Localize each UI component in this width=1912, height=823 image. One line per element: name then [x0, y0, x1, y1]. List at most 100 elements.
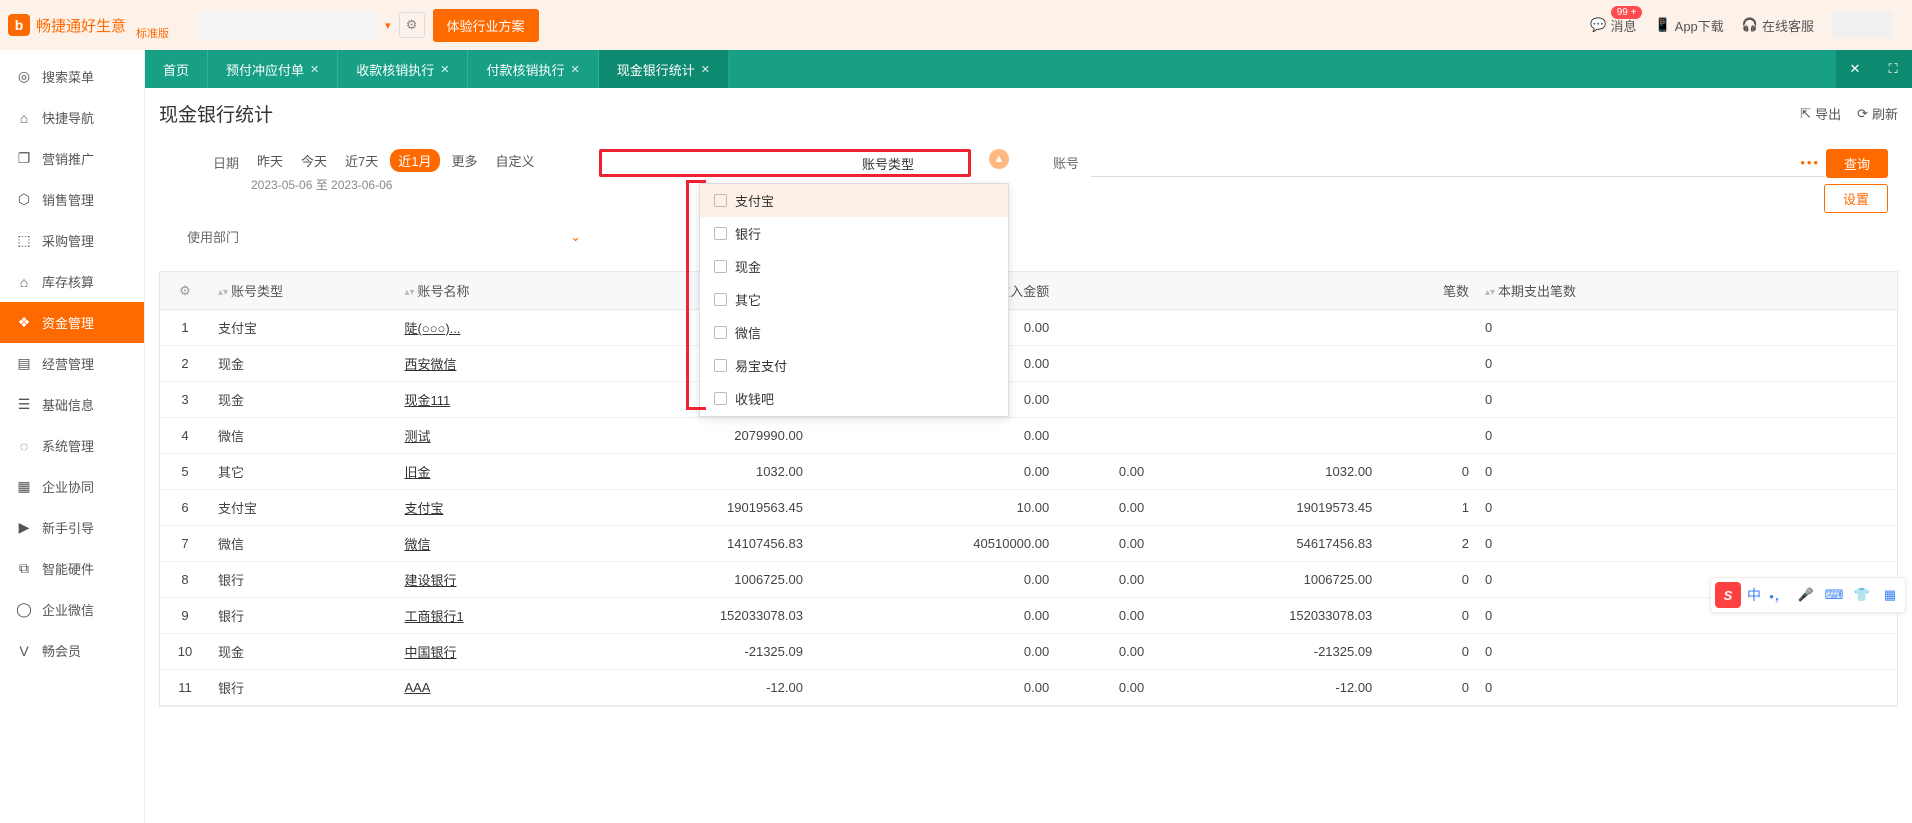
tab[interactable]: 首页 [145, 50, 208, 88]
account-link[interactable]: 建设银行 [404, 573, 456, 588]
sidebar-item-base[interactable]: ☰基础信息 [0, 384, 144, 425]
sidebar-item-wechat[interactable]: ◯企业微信 [0, 589, 144, 630]
account-input[interactable]: ••• [1091, 149, 1824, 177]
sidebar-item-sales[interactable]: ⬡销售管理 [0, 179, 144, 220]
table-row: 6支付宝支付宝19019563.4510.000.0019019573.4510 [160, 490, 1897, 526]
checkbox[interactable] [714, 227, 727, 240]
dropdown-item[interactable]: 易宝支付 [700, 349, 1008, 382]
refresh-button[interactable]: ⟳ 刷新 [1857, 104, 1898, 123]
try-industry-button[interactable]: 体验行业方案 [433, 9, 539, 42]
customer-service-link[interactable]: 🎧 在线客服 [1742, 16, 1814, 35]
date-option[interactable]: 近7天 [339, 149, 384, 172]
account-type-field[interactable] [920, 156, 960, 171]
close-all-tabs-button[interactable]: ✕ [1836, 50, 1874, 88]
dropdown-item[interactable]: 收钱吧 [700, 382, 1008, 415]
cell-prev: -21325.09 [583, 634, 811, 670]
cell-name: 工商银行1 [396, 598, 582, 634]
chevron-down-icon[interactable]: ▾ [385, 19, 391, 32]
close-icon[interactable]: ✕ [440, 63, 449, 76]
sidebar-item-inventory[interactable]: ⌂库存核算 [0, 261, 144, 302]
tab-label: 预付冲应付单 [226, 60, 304, 79]
date-option[interactable]: 自定义 [490, 149, 541, 172]
more-dots-icon[interactable]: ••• [1800, 155, 1820, 170]
sidebar-icon: ⬡ [16, 192, 32, 208]
sidebar-item-label: 企业微信 [42, 600, 94, 619]
sidebar-item-search[interactable]: ◎搜索菜单 [0, 56, 144, 97]
ime-toolbar[interactable]: S 中 •， 🎤 ⌨ 👕 ▦ [1710, 577, 1906, 613]
department-select[interactable]: ⌄ [251, 223, 581, 251]
sidebar-item-system[interactable]: ◌系统管理 [0, 425, 144, 466]
account-link[interactable]: AAA [404, 680, 430, 695]
sidebar-item-quicknav[interactable]: ⌂快捷导航 [0, 97, 144, 138]
sidebar-item-coop[interactable]: ▦企业协同 [0, 466, 144, 507]
settings-gear-button[interactable]: ⚙ [399, 12, 425, 38]
sidebar-item-marketing[interactable]: ❐营销推广 [0, 138, 144, 179]
close-icon[interactable]: ✕ [310, 63, 319, 76]
app-download-link[interactable]: 📱 App下载 [1654, 16, 1723, 35]
account-link[interactable]: 测试 [404, 429, 430, 444]
user-avatar[interactable] [1832, 12, 1892, 38]
checkbox[interactable] [714, 260, 727, 273]
ime-skin-icon[interactable]: 👕 [1851, 584, 1873, 606]
sidebar-icon: ⌂ [16, 274, 32, 290]
query-button[interactable]: 查询 [1826, 149, 1888, 178]
sidebar-item-operation[interactable]: ▤经营管理 [0, 343, 144, 384]
messages-link[interactable]: 💬 消息 99 + [1590, 16, 1636, 35]
date-option[interactable]: 近1月 [390, 149, 439, 172]
collapse-filter-button[interactable]: ▲ [989, 149, 1009, 169]
col-count[interactable]: 笔数 [1380, 272, 1477, 310]
date-option[interactable]: 更多 [446, 149, 484, 172]
checkbox[interactable] [714, 293, 727, 306]
sidebar-item-purchase[interactable]: ⬚采购管理 [0, 220, 144, 261]
account-link[interactable]: 西安微信 [404, 357, 456, 372]
account-link[interactable]: 陡(○○○)... [404, 321, 460, 336]
account-link[interactable]: 中国银行 [404, 645, 456, 660]
account-link[interactable]: 工商银行1 [404, 609, 463, 624]
ime-lang[interactable]: 中 [1747, 585, 1761, 605]
col-expense-count[interactable]: ▴▾本期支出笔数 [1477, 272, 1897, 310]
dropdown-item[interactable]: 其它 [700, 283, 1008, 316]
dropdown-item[interactable]: 银行 [700, 217, 1008, 250]
date-option[interactable]: 今天 [295, 149, 333, 172]
sidebar-item-hardware[interactable]: ⧉智能硬件 [0, 548, 144, 589]
checkbox[interactable] [714, 194, 727, 207]
ime-mic-icon[interactable]: 🎤 [1795, 584, 1817, 606]
ime-keyboard-icon[interactable]: ⌨ [1823, 584, 1845, 606]
col-hidden2 [1152, 272, 1380, 310]
checkbox[interactable] [714, 392, 727, 405]
export-button[interactable]: ⇱ 导出 [1800, 104, 1841, 123]
dropdown-item[interactable]: 微信 [700, 316, 1008, 349]
dropdown-list[interactable]: 支付宝银行现金其它微信易宝支付收钱吧长沙银行 [700, 184, 1008, 416]
tab[interactable]: 现金银行统计✕ [599, 50, 729, 88]
company-selector[interactable] [197, 11, 377, 39]
tab[interactable]: 收款核销执行✕ [338, 50, 468, 88]
cell-income: 0.00 [811, 598, 1057, 634]
checkbox[interactable] [714, 326, 727, 339]
fullscreen-button[interactable]: ⛶ [1874, 50, 1912, 88]
account-link[interactable]: 支付宝 [404, 501, 443, 516]
col-account-type[interactable]: ▴▾账号类型 [210, 272, 396, 310]
settings-button[interactable]: 设置 [1824, 184, 1888, 213]
sidebar-item-capital[interactable]: ❖资金管理 [0, 302, 144, 343]
sidebar-item-guide[interactable]: ▶新手引导 [0, 507, 144, 548]
ime-punct-icon[interactable]: •， [1767, 584, 1789, 606]
date-option[interactable]: 昨天 [251, 149, 289, 172]
account-link[interactable]: 现金111 [404, 393, 450, 408]
brand-bar: b 畅捷通好生意 标准版 ▾ ⚙ 体验行业方案 💬 消息 99 + 📱 App下… [0, 0, 1912, 50]
close-icon[interactable]: ✕ [571, 63, 580, 76]
table-settings-header[interactable]: ⚙ [160, 272, 210, 310]
checkbox[interactable] [714, 359, 727, 372]
col-account-name[interactable]: ▴▾账号名称 [396, 272, 582, 310]
tab[interactable]: 预付冲应付单 ✕ [208, 50, 338, 88]
dropdown-item[interactable]: 现金 [700, 250, 1008, 283]
tab[interactable]: 付款核销执行✕ [468, 50, 598, 88]
ime-toolbox-icon[interactable]: ▦ [1879, 584, 1901, 606]
close-icon[interactable]: ✕ [701, 63, 710, 76]
dropdown-item[interactable]: 长沙银行 [700, 415, 1008, 416]
account-link[interactable]: 微信 [404, 537, 430, 552]
account-link[interactable]: 旧金 [404, 465, 430, 480]
dropdown-item[interactable]: 支付宝 [700, 184, 1008, 217]
cell-type: 微信 [210, 418, 396, 454]
sidebar-item-member[interactable]: V畅会员 [0, 630, 144, 671]
account-type-input[interactable]: 账号类型 [599, 149, 971, 177]
